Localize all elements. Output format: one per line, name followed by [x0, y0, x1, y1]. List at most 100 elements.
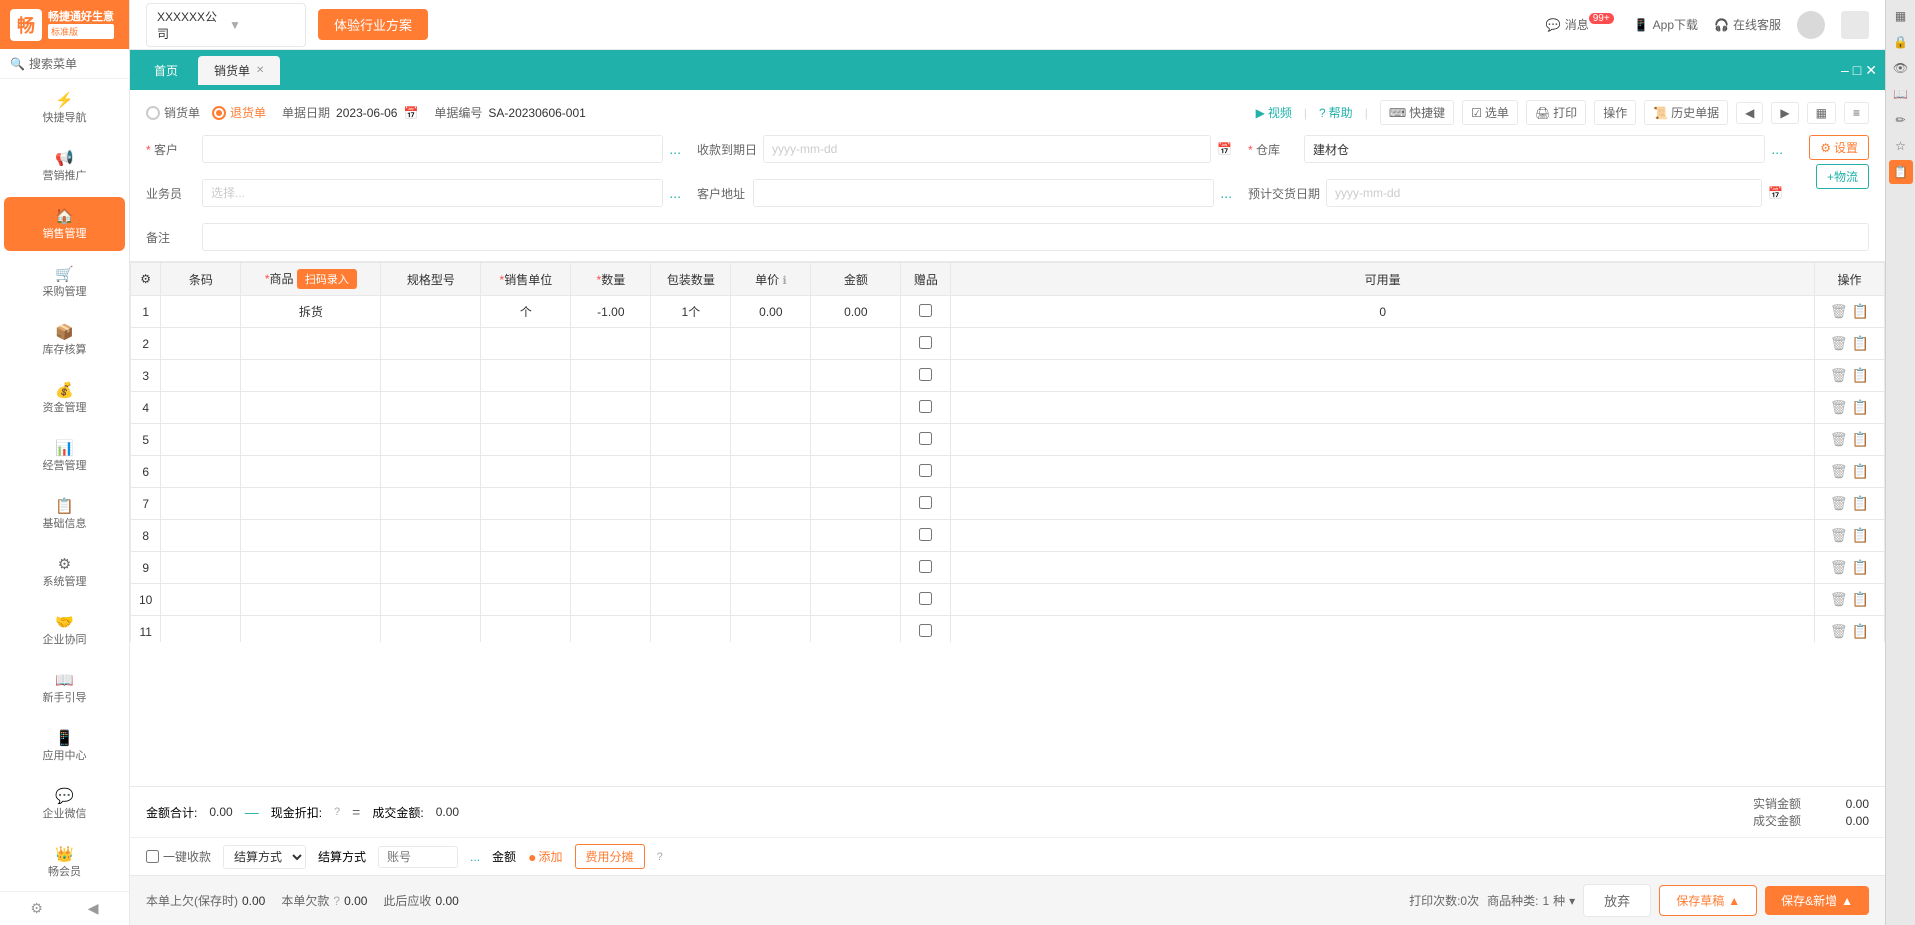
sidebar-collapse-btn[interactable]: ◀ [88, 900, 99, 917]
row-copy-btn-4[interactable]: 📋 [1852, 399, 1869, 416]
notes-input[interactable] [202, 223, 1869, 251]
select-btn[interactable]: ☑ 选单 [1462, 100, 1518, 125]
right-panel-btn-7[interactable]: 📋 [1889, 160, 1913, 184]
row-delete-btn-4[interactable]: 🗑 [1830, 399, 1848, 416]
discard-btn[interactable]: 放弃 [1583, 884, 1651, 917]
trial-btn[interactable]: 体验行业方案 [318, 9, 428, 40]
sidebar-item-enterprise[interactable]: 🤝 企业协同 [4, 603, 125, 657]
gift-cb-6[interactable] [919, 464, 932, 477]
settings-btn[interactable]: ⚙ 设置 [1809, 135, 1869, 160]
tab-maximize-icon[interactable]: □ [1853, 62, 1861, 78]
customer-address-ellipsis[interactable]: ... [1220, 185, 1232, 201]
unit-price-info-icon[interactable]: ℹ [782, 275, 786, 287]
row-delete-btn-10[interactable]: 🗑 [1830, 591, 1848, 608]
expected-delivery-calendar-icon[interactable]: 📅 [1768, 186, 1783, 200]
operate-btn[interactable]: 操作 [1594, 100, 1636, 125]
gift-cb-11[interactable] [919, 624, 932, 637]
sidebar-item-quick-nav[interactable]: ⚡ 快捷导航 [4, 81, 125, 135]
right-panel-btn-5[interactable]: ✏ [1889, 108, 1913, 132]
row-copy-btn-2[interactable]: 📋 [1852, 335, 1869, 352]
row-copy-btn-11[interactable]: 📋 [1852, 623, 1869, 640]
flow-btn[interactable]: +物流 [1816, 164, 1869, 189]
row-copy-btn-6[interactable]: 📋 [1852, 463, 1869, 480]
sidebar-item-member[interactable]: 👑 畅会员 [4, 835, 125, 889]
expenses-btn[interactable]: 费用分摊 [575, 844, 645, 869]
total-owe-help-icon[interactable]: ? [333, 894, 340, 908]
online-service-btn[interactable]: 🎧 在线客服 [1714, 16, 1781, 33]
row-copy-btn-9[interactable]: 📋 [1852, 559, 1869, 576]
help-link[interactable]: ? 帮助 [1319, 104, 1353, 121]
sidebar-item-finance[interactable]: 💰 资金管理 [4, 371, 125, 425]
row-copy-btn-10[interactable]: 📋 [1852, 591, 1869, 608]
customer-input[interactable] [202, 135, 663, 163]
scan-input-btn[interactable]: 扫码录入 [297, 269, 357, 289]
gift-cb-5[interactable] [919, 432, 932, 445]
nav-prev-btn[interactable]: ◀ [1736, 102, 1763, 124]
radio-return[interactable]: 退货单 [212, 104, 266, 121]
row-copy-btn-1[interactable]: 📋 [1852, 303, 1869, 320]
tab-sales-order[interactable]: 销货单 ✕ [198, 56, 280, 85]
tab-home[interactable]: 首页 [138, 56, 194, 85]
sidebar-item-inventory[interactable]: 📦 库存核算 [4, 313, 125, 367]
add-link[interactable]: ● 添加 [528, 848, 562, 865]
right-panel-btn-6[interactable]: ☆ [1889, 134, 1913, 158]
one-click-checkbox[interactable]: 一键收款 [146, 848, 211, 865]
sidebar-settings-btn[interactable]: ⚙ [30, 900, 43, 917]
customer-ellipsis[interactable]: ... [669, 141, 681, 157]
gift-cb-3[interactable] [919, 368, 932, 381]
right-panel-btn-3[interactable]: 👁 [1889, 56, 1913, 80]
search-menu[interactable]: 🔍 搜索菜单 [0, 49, 129, 79]
gift-cb-4[interactable] [919, 400, 932, 413]
row-delete-btn-9[interactable]: 🗑 [1830, 559, 1848, 576]
radio-sale[interactable]: 销货单 [146, 104, 200, 121]
row-delete-btn-7[interactable]: 🗑 [1830, 495, 1848, 512]
product-type-selector[interactable]: 商品种类: 1 种 ▾ [1487, 892, 1575, 909]
calendar-icon[interactable]: 📅 [403, 106, 418, 120]
row-spec-1[interactable] [381, 296, 481, 328]
right-panel-btn-1[interactable]: ▦ [1889, 4, 1913, 28]
salesperson-input[interactable] [202, 179, 663, 207]
sidebar-item-marketing[interactable]: 📢 营销推广 [4, 139, 125, 193]
row-delete-btn-11[interactable]: 🗑 [1830, 623, 1848, 640]
gift-cb-9[interactable] [919, 560, 932, 573]
sidebar-item-system[interactable]: ⚙ 系统管理 [4, 545, 125, 599]
user-avatar[interactable] [1797, 11, 1825, 39]
right-panel-btn-4[interactable]: 📖 [1889, 82, 1913, 106]
account-input[interactable] [378, 846, 458, 868]
sidebar-item-wechat[interactable]: 💬 企业微信 [4, 777, 125, 831]
video-link[interactable]: ▶ 视频 [1256, 104, 1292, 121]
customer-address-input[interactable] [753, 179, 1214, 207]
sidebar-item-app-center[interactable]: 📱 应用中心 [4, 719, 125, 773]
right-panel-btn-2[interactable]: 🔒 [1889, 30, 1913, 54]
save-new-btn[interactable]: 保存&新增 ▲ [1765, 886, 1869, 915]
tab-close-window-icon[interactable]: ✕ [1865, 62, 1877, 79]
gift-cb-2[interactable] [919, 336, 932, 349]
message-btn[interactable]: 💬 消息 99+ [1546, 16, 1618, 33]
sidebar-item-sales[interactable]: 🏠 销售管理 [4, 197, 125, 251]
expected-delivery-input[interactable] [1326, 179, 1762, 207]
row-delete-btn-2[interactable]: 🗑 [1830, 335, 1848, 352]
row-copy-btn-5[interactable]: 📋 [1852, 431, 1869, 448]
gift-cb-8[interactable] [919, 528, 932, 541]
expenses-help-icon[interactable]: ? [657, 851, 663, 863]
gift-cb-10[interactable] [919, 592, 932, 605]
warehouse-input[interactable] [1304, 135, 1765, 163]
tab-close-icon[interactable]: ✕ [256, 65, 264, 76]
row-delete-btn-3[interactable]: 🗑 [1830, 367, 1848, 384]
grid-view-btn[interactable]: ▦ [1807, 102, 1836, 124]
due-date-input[interactable] [763, 135, 1211, 163]
row-copy-btn-8[interactable]: 📋 [1852, 527, 1869, 544]
gift-cb-7[interactable] [919, 496, 932, 509]
one-click-input[interactable] [146, 850, 159, 863]
row-qty-1[interactable]: -1.00 [571, 296, 651, 328]
shortcut-btn[interactable]: ⌨ 快捷键 [1380, 100, 1454, 125]
account-ellipsis[interactable]: ... [470, 850, 480, 864]
row-gift-1[interactable] [901, 296, 951, 328]
th-settings[interactable]: ⚙ [131, 263, 161, 296]
row-delete-btn-5[interactable]: 🗑 [1830, 431, 1848, 448]
row-unit-price-1[interactable]: 0.00 [731, 296, 811, 328]
discount-info-icon[interactable]: ? [334, 806, 340, 818]
nav-next-btn[interactable]: ▶ [1771, 102, 1798, 124]
row-copy-btn-3[interactable]: 📋 [1852, 367, 1869, 384]
sidebar-item-basic-info[interactable]: 📋 基础信息 [4, 487, 125, 541]
